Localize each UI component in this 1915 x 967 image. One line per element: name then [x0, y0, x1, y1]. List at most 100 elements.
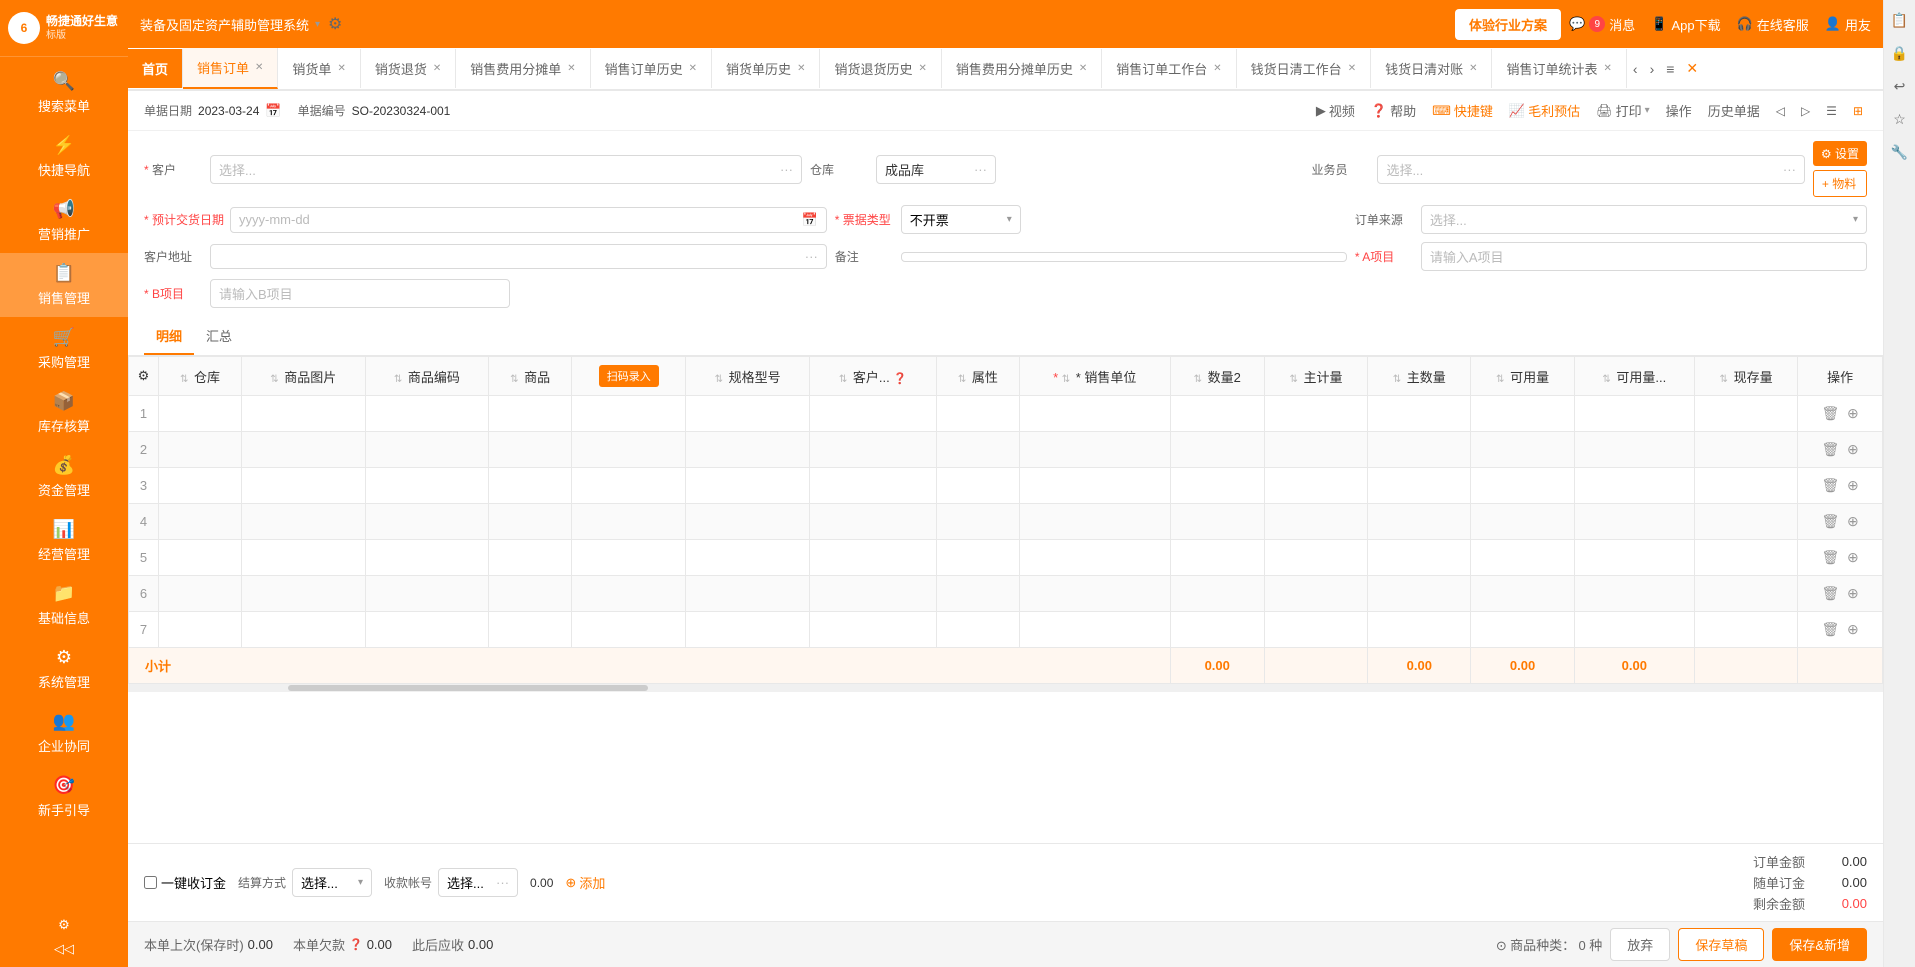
row-main-qty-3[interactable] [1368, 468, 1471, 504]
row-product-2[interactable] [489, 432, 572, 468]
row-delete-btn-2[interactable]: 🗑 [1822, 441, 1840, 457]
save-draft-button[interactable]: 保存草稿 [1678, 928, 1764, 961]
row-main-qty-4[interactable] [1368, 504, 1471, 540]
row-available-3[interactable] [1471, 468, 1574, 504]
right-panel-tool-icon[interactable]: 🔧 [1887, 140, 1912, 165]
row-main-qty-1[interactable] [1368, 396, 1471, 432]
row-spec-5[interactable] [686, 540, 810, 576]
row-attribute-1[interactable] [936, 396, 1019, 432]
tab-prev-btn[interactable]: ‹ [1627, 53, 1644, 85]
sidebar-item-inventory[interactable]: 📦 库存核算 [0, 381, 128, 445]
row-unit-3[interactable] [1019, 468, 1170, 504]
one-click-payment-checkbox[interactable]: 一键收订金 [144, 873, 226, 892]
row-main-unit-5[interactable] [1264, 540, 1367, 576]
tab-menu-btn[interactable]: ≡ [1660, 53, 1680, 85]
row-main-unit-1[interactable] [1264, 396, 1367, 432]
tab-cash-reconcile[interactable]: 钱货日清对账 ✕ [1371, 49, 1492, 88]
row-qty2-1[interactable] [1170, 396, 1264, 432]
table-settings-icon[interactable]: ⚙ [138, 368, 150, 383]
row-unit-6[interactable] [1019, 576, 1170, 612]
row-code-3[interactable] [365, 468, 489, 504]
row-main-qty-7[interactable] [1368, 612, 1471, 648]
sidebar-item-marketing[interactable]: 📢 营销推广 [0, 189, 128, 253]
row-attribute-4[interactable] [936, 504, 1019, 540]
row-qty2-6[interactable] [1170, 576, 1264, 612]
row-qty2-5[interactable] [1170, 540, 1264, 576]
sidebar-item-finance[interactable]: 💰 资金管理 [0, 445, 128, 509]
row-main-unit-2[interactable] [1264, 432, 1367, 468]
row-delete-btn-4[interactable]: 🗑 [1822, 513, 1840, 529]
tab-close-sales-stats[interactable]: ✕ [1604, 63, 1612, 74]
row-customer-code-6[interactable] [809, 576, 936, 612]
save-new-button[interactable]: 保存&新增 [1772, 928, 1867, 961]
row-qty2-3[interactable] [1170, 468, 1264, 504]
row-available2-2[interactable] [1574, 432, 1694, 468]
row-product-3[interactable] [489, 468, 572, 504]
row-image-4[interactable] [241, 504, 365, 540]
row-image-7[interactable] [241, 612, 365, 648]
row-unit-5[interactable] [1019, 540, 1170, 576]
row-customer-code-7[interactable] [809, 612, 936, 648]
row-product-4[interactable] [489, 504, 572, 540]
row-scan-4[interactable] [572, 504, 686, 540]
tab-close-sales-fee-history[interactable]: ✕ [1079, 63, 1087, 74]
payment-method-select[interactable]: 选择... ▾ [292, 868, 372, 897]
row-main-qty-2[interactable] [1368, 432, 1471, 468]
a-project-input[interactable]: 请输入A项目 [1421, 242, 1867, 271]
tab-sales-fee-history[interactable]: 销售费用分摊单历史 ✕ [942, 49, 1102, 88]
row-main-unit-7[interactable] [1264, 612, 1367, 648]
row-qty2-2[interactable] [1170, 432, 1264, 468]
tab-close-sales-order[interactable]: ✕ [255, 62, 263, 73]
row-copy-btn-1[interactable]: ⊕ [1847, 405, 1859, 421]
scrollbar-thumb[interactable] [288, 685, 648, 691]
row-available2-6[interactable] [1574, 576, 1694, 612]
row-customer-code-3[interactable] [809, 468, 936, 504]
row-qty2-7[interactable] [1170, 612, 1264, 648]
row-unit-1[interactable] [1019, 396, 1170, 432]
row-copy-btn-4[interactable]: ⊕ [1847, 513, 1859, 529]
sidebar-item-quick-nav[interactable]: ⚡ 快捷导航 [0, 125, 128, 189]
tab-sales-stats[interactable]: 销售订单统计表 ✕ [1492, 49, 1626, 88]
tab-sales-goods[interactable]: 销货单 ✕ [278, 49, 360, 88]
row-attribute-5[interactable] [936, 540, 1019, 576]
add-button[interactable]: ⊕ 添加 [565, 873, 605, 892]
row-customer-code-2[interactable] [809, 432, 936, 468]
row-delete-btn-7[interactable]: 🗑 [1822, 621, 1840, 637]
delivery-date-input[interactable]: yyyy-mm-dd 📅 [230, 207, 827, 233]
receipt-account-select[interactable]: 选择... ··· [438, 868, 518, 897]
toolbar-grid-btn[interactable]: ⊞ [1849, 102, 1867, 120]
sidebar-collapse-btn[interactable]: ◁◁ [54, 941, 74, 957]
user-icon-item[interactable]: 👤 用友 [1825, 15, 1871, 34]
row-delete-btn-5[interactable]: 🗑 [1822, 549, 1840, 565]
row-qty2-4[interactable] [1170, 504, 1264, 540]
tab-close-sales-goods[interactable]: ✕ [337, 63, 345, 74]
right-panel-clipboard-icon[interactable]: 📋 [1887, 8, 1912, 33]
tab-next-btn[interactable]: › [1644, 53, 1661, 85]
row-spec-7[interactable] [686, 612, 810, 648]
row-warehouse-6[interactable] [159, 576, 242, 612]
row-code-7[interactable] [365, 612, 489, 648]
system-title-dropdown-icon[interactable]: ▾ [315, 19, 320, 30]
row-scan-2[interactable] [572, 432, 686, 468]
row-current-stock-7[interactable] [1694, 612, 1797, 648]
online-service-icon-item[interactable]: 🎧 在线客服 [1737, 15, 1809, 34]
tab-sales-order-history[interactable]: 销售订单历史 ✕ [591, 49, 712, 88]
right-panel-star-icon[interactable]: ☆ [1889, 107, 1910, 132]
view-btn[interactable]: ▶ 视频 [1312, 99, 1359, 122]
row-image-1[interactable] [241, 396, 365, 432]
row-scan-1[interactable] [572, 396, 686, 432]
row-customer-code-5[interactable] [809, 540, 936, 576]
row-spec-4[interactable] [686, 504, 810, 540]
right-panel-undo-icon[interactable]: ↩ [1890, 74, 1910, 99]
row-attribute-3[interactable] [936, 468, 1019, 504]
col-settings[interactable]: ⚙ [129, 357, 159, 396]
row-copy-btn-2[interactable]: ⊕ [1847, 441, 1859, 457]
row-scan-3[interactable] [572, 468, 686, 504]
tab-sales-order[interactable]: 销售订单 ✕ [183, 48, 278, 89]
row-main-unit-4[interactable] [1264, 504, 1367, 540]
row-current-stock-4[interactable] [1694, 504, 1797, 540]
row-warehouse-5[interactable] [159, 540, 242, 576]
tab-sales-fee[interactable]: 销售费用分摊单 ✕ [456, 49, 590, 88]
b-project-input[interactable]: 请输入B项目 [210, 279, 510, 308]
row-code-1[interactable] [365, 396, 489, 432]
